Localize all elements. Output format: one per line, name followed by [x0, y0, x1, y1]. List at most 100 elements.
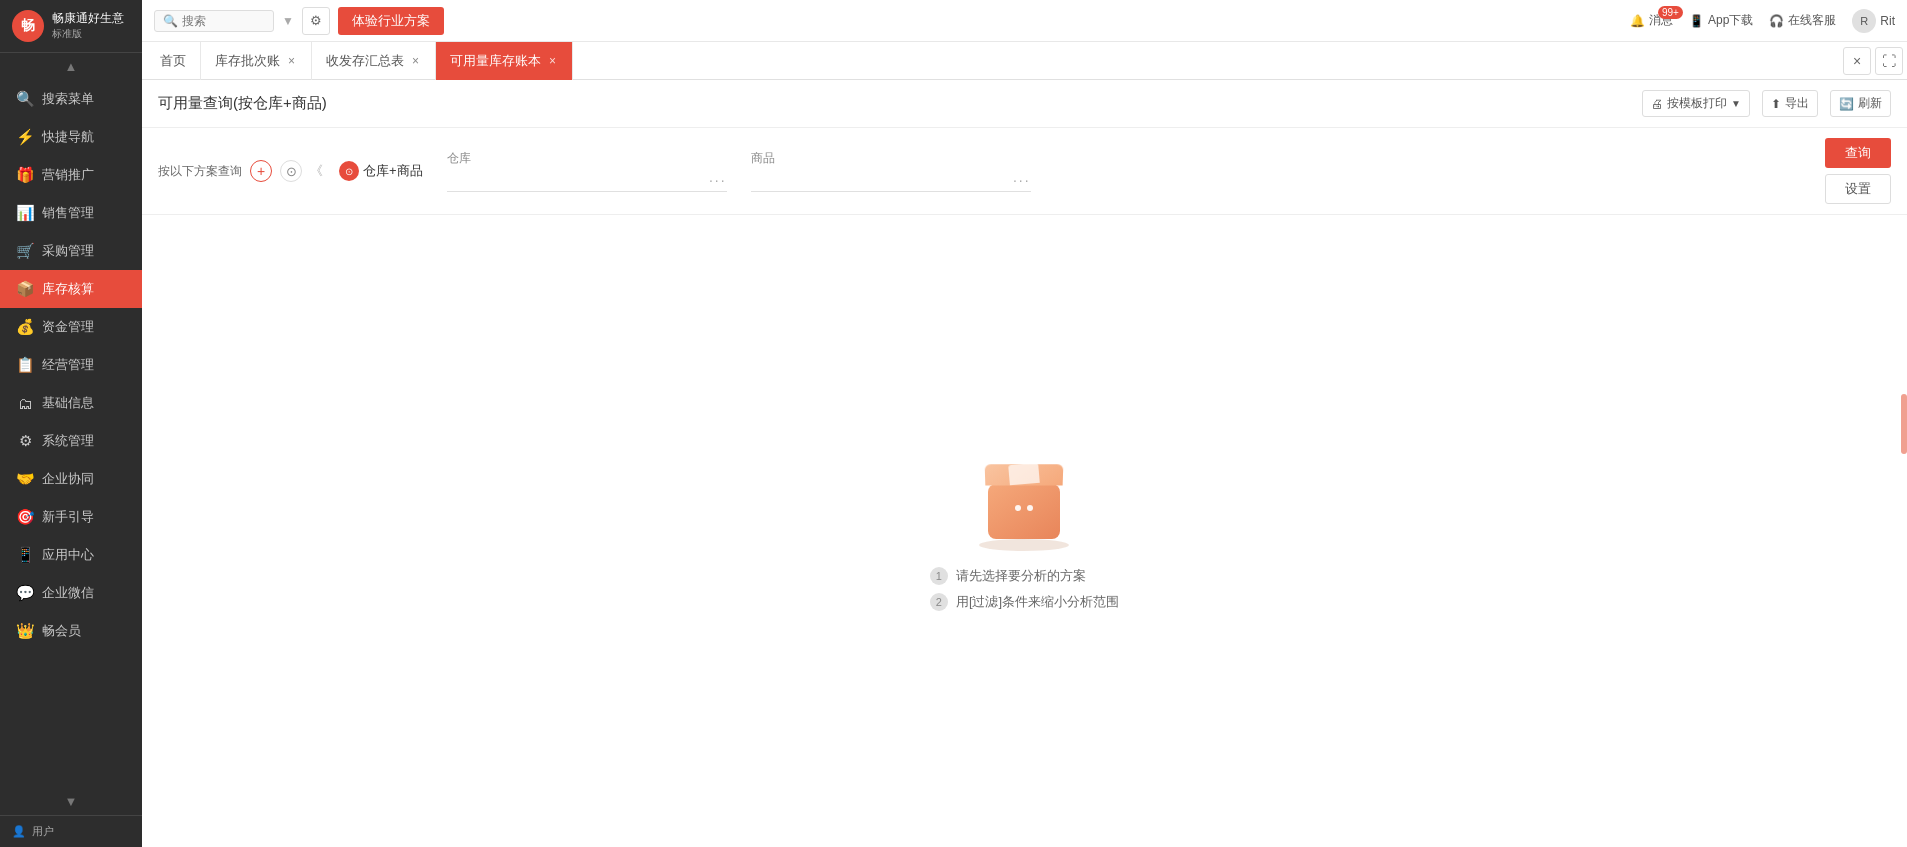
sidebar-item-label: 企业微信: [42, 584, 94, 602]
export-btn[interactable]: ⬆ 导出: [1762, 90, 1818, 117]
filter-collapse-btn[interactable]: 《: [310, 162, 323, 180]
print-icon: 🖨: [1651, 97, 1663, 111]
online-service-btn[interactable]: 🎧 在线客服: [1769, 12, 1836, 29]
warehouse-input[interactable]: [447, 173, 705, 188]
query-action-area: 查询 设置: [1825, 138, 1891, 204]
sidebar-item-basic-info[interactable]: 🗂 基础信息: [0, 384, 142, 422]
username-label: Rit: [1880, 14, 1895, 28]
sidebar-item-search[interactable]: 🔍 搜索菜单: [0, 80, 142, 118]
cart-icon: 🛒: [16, 242, 34, 260]
tab-collect-ledger-close[interactable]: ×: [410, 53, 421, 69]
box-paper: [1009, 463, 1041, 486]
online-service-label: 在线客服: [1788, 12, 1836, 29]
filter-add-btn[interactable]: +: [250, 160, 272, 182]
sidebar-scroll-down[interactable]: ▼: [0, 788, 142, 815]
sidebar-item-onboarding[interactable]: 🎯 新手引导: [0, 498, 142, 536]
sidebar-item-cooperation[interactable]: 🤝 企业协同: [0, 460, 142, 498]
tab-collect-ledger-label: 收发存汇总表: [326, 52, 404, 70]
warehouse-field-label: 仓库: [447, 150, 727, 167]
topbar-search-box[interactable]: 🔍: [154, 10, 274, 32]
search-input[interactable]: [182, 14, 262, 28]
page-header: 可用量查询(按仓库+商品) 🖨 按模板打印 ▼ ⬆ 导出 🔄 刷新: [142, 80, 1907, 128]
box-icon: 📦: [16, 280, 34, 298]
tab-batch-ledger[interactable]: 库存批次账 ×: [201, 42, 312, 80]
product-more-icon[interactable]: ···: [1013, 172, 1031, 188]
target-icon: 🎯: [16, 508, 34, 526]
settings-icon-btn[interactable]: ⚙: [302, 7, 330, 35]
sidebar-item-label: 快捷导航: [42, 128, 94, 146]
tab-available-ledger[interactable]: 可用量库存账本 ×: [436, 42, 573, 80]
chevron-down-icon[interactable]: ▼: [282, 14, 294, 28]
filter-settings-btn[interactable]: ⊙: [280, 160, 302, 182]
sidebar-item-sales[interactable]: 📊 销售管理: [0, 194, 142, 232]
industry-btn[interactable]: 体验行业方案: [338, 7, 444, 35]
sidebar-item-wechat[interactable]: 💬 企业微信: [0, 574, 142, 612]
sidebar-scroll-up[interactable]: ▲: [0, 53, 142, 80]
tab-batch-ledger-close[interactable]: ×: [286, 53, 297, 69]
hint-num-2: 2: [930, 593, 948, 611]
sidebar-item-purchase[interactable]: 🛒 采购管理: [0, 232, 142, 270]
print-btn[interactable]: 🖨 按模板打印 ▼: [1642, 90, 1750, 117]
sidebar-nav: 🔍 搜索菜单 ⚡ 快捷导航 🎁 营销推广 📊 销售管理 🛒 采购管理 📦 库存核…: [0, 80, 142, 788]
tab-home[interactable]: 首页: [146, 42, 201, 80]
sidebar-item-label: 资金管理: [42, 318, 94, 336]
crown-icon: 👑: [16, 622, 34, 640]
empty-state: 1 请先选择要分析的方案 2 用[过滤]条件来缩小分析范围: [930, 451, 1119, 611]
avatar: R: [1852, 9, 1876, 33]
phone-icon: 📱: [1689, 14, 1704, 28]
sidebar-item-operations[interactable]: 📋 经营管理: [0, 346, 142, 384]
user-menu[interactable]: R Rit: [1852, 9, 1895, 33]
sidebar-item-marketing[interactable]: 🎁 营销推广: [0, 156, 142, 194]
sidebar-item-label: 搜索菜单: [42, 90, 94, 108]
close-window-btn[interactable]: ×: [1843, 47, 1871, 75]
app-logo: 畅: [12, 10, 44, 42]
refresh-label: 刷新: [1858, 95, 1882, 112]
chart-icon: 📊: [16, 204, 34, 222]
app-title: 畅康通好生意: [52, 11, 124, 27]
sidebar-bottom[interactable]: 👤 用户: [0, 815, 142, 847]
hint-text-1: 请先选择要分析的方案: [956, 567, 1086, 585]
print-label: 按模板打印: [1667, 95, 1727, 112]
sidebar-item-app-center[interactable]: 📱 应用中心: [0, 536, 142, 574]
sidebar-item-label: 营销推广: [42, 166, 94, 184]
sidebar-item-label: 新手引导: [42, 508, 94, 526]
clipboard-icon: 📋: [16, 356, 34, 374]
sidebar-item-label: 应用中心: [42, 546, 94, 564]
refresh-btn[interactable]: 🔄 刷新: [1830, 90, 1891, 117]
scheme-icon: ⊙: [339, 161, 359, 181]
sidebar-item-member[interactable]: 👑 畅会员: [0, 612, 142, 650]
box-body: [988, 484, 1060, 539]
message-btn[interactable]: 🔔 消息 99+: [1630, 12, 1673, 29]
sidebar-item-finance[interactable]: 💰 资金管理: [0, 308, 142, 346]
app-subtitle: 标准版: [52, 27, 124, 41]
sidebar-item-label: 基础信息: [42, 394, 94, 412]
scheme-label: 仓库+商品: [363, 162, 423, 180]
sidebar-item-label: 采购管理: [42, 242, 94, 260]
refresh-icon: 🔄: [1839, 97, 1854, 111]
warehouse-more-icon[interactable]: ···: [709, 172, 727, 188]
right-scroll-hint[interactable]: [1901, 394, 1907, 454]
column-settings-btn[interactable]: 设置: [1825, 174, 1891, 204]
sidebar-header: 畅 畅康通好生意 标准版: [0, 0, 142, 53]
sidebar-item-label: 企业协同: [42, 470, 94, 488]
app-download-label: App下载: [1708, 12, 1753, 29]
tab-available-ledger-label: 可用量库存账本: [450, 52, 541, 70]
sidebar-item-system[interactable]: ⚙ 系统管理: [0, 422, 142, 460]
chat-icon: 💬: [16, 584, 34, 602]
filter-scheme[interactable]: ⊙ 仓库+商品: [339, 161, 423, 181]
export-icon: ⬆: [1771, 97, 1781, 111]
tab-available-ledger-close[interactable]: ×: [547, 53, 558, 69]
folder-icon: 🗂: [16, 394, 34, 412]
sidebar-user-label: 用户: [32, 824, 54, 839]
maximize-window-btn[interactable]: ⛶: [1875, 47, 1903, 75]
tab-collect-ledger[interactable]: 收发存汇总表 ×: [312, 42, 436, 80]
sidebar-item-inventory[interactable]: 📦 库存核算: [0, 270, 142, 308]
sidebar-item-shortcut[interactable]: ⚡ 快捷导航: [0, 118, 142, 156]
phone-icon: 📱: [16, 546, 34, 564]
query-btn[interactable]: 查询: [1825, 138, 1891, 168]
tabs-bar: 首页 库存批次账 × 收发存汇总表 × 可用量库存账本 × × ⛶: [142, 42, 1907, 80]
handshake-icon: 🤝: [16, 470, 34, 488]
product-input[interactable]: [751, 173, 1009, 188]
app-download-btn[interactable]: 📱 App下载: [1689, 12, 1753, 29]
product-field-label: 商品: [751, 150, 1031, 167]
